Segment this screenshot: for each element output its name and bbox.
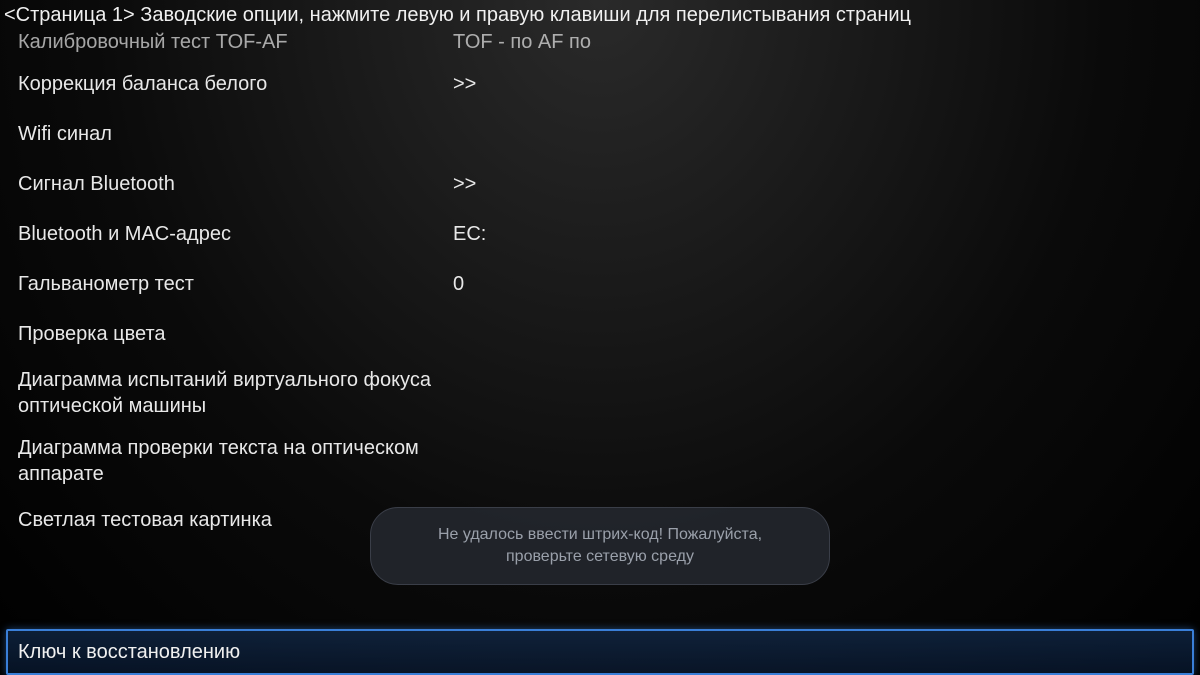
menu-item[interactable]: Коррекция баланса белого >>	[18, 59, 1182, 109]
menu-item-label: Гальванометр тест	[18, 271, 453, 297]
menu-item-label: Калибровочный тест TOF-AF	[18, 29, 453, 55]
menu-item-value: TOF - по AF по	[453, 31, 591, 54]
menu-item-label: Коррекция баланса белого	[18, 71, 453, 97]
menu-item-label: Сигнал Bluetooth	[18, 171, 453, 197]
menu-list: Калибровочный тест TOF-AF TOF - по AF по…	[0, 29, 1200, 545]
menu-item-label: Диаграмма проверки текста на оптическом …	[18, 435, 438, 487]
menu-item-label: Диаграмма испытаний виртуального фокуса …	[18, 367, 438, 419]
menu-item-value: 0	[453, 273, 464, 296]
menu-item[interactable]: Калибровочный тест TOF-AF TOF - по AF по	[18, 29, 1182, 59]
menu-item-value: EC:	[453, 223, 486, 246]
menu-item-label: Проверка цвета	[18, 321, 453, 347]
menu-item[interactable]: Диаграмма проверки текста на оптическом …	[18, 427, 1182, 495]
page-header: <Страница 1> Заводские опции, нажмите ле…	[0, 0, 1200, 29]
menu-item-selected[interactable]: Ключ к восстановлению	[6, 629, 1194, 675]
menu-item-value: >>	[453, 73, 476, 96]
menu-item[interactable]: Wifi синал	[18, 109, 1182, 159]
menu-item[interactable]: Гальванометр тест 0	[18, 259, 1182, 309]
menu-item-label: Ключ к восстановлению	[18, 639, 453, 665]
menu-item[interactable]: Bluetooth и MAC-адрес EC:	[18, 209, 1182, 259]
menu-item-label: Wifi синал	[18, 121, 453, 147]
menu-item[interactable]: Проверка цвета	[18, 309, 1182, 359]
menu-item-label: Bluetooth и MAC-адрес	[18, 221, 453, 247]
menu-item-value: >>	[453, 173, 476, 196]
menu-item[interactable]: Сигнал Bluetooth >>	[18, 159, 1182, 209]
menu-item[interactable]: Диаграмма испытаний виртуального фокуса …	[18, 359, 1182, 427]
toast-message: Не удалось ввести штрих-код! Пожалуйста,…	[370, 507, 830, 585]
